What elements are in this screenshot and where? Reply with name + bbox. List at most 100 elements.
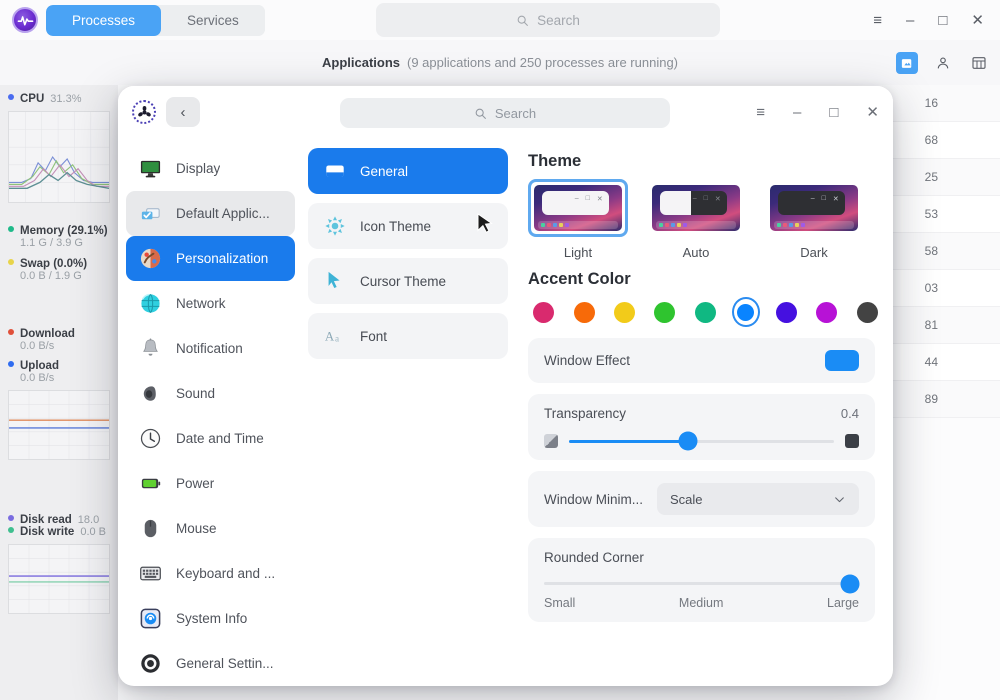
theme-preview-dock <box>655 221 737 229</box>
legend-dot-memory <box>8 226 14 232</box>
background-toolbar <box>896 52 990 74</box>
rounded-corner-card: Rounded Corner Small Medium Large <box>528 538 875 622</box>
background-titlebar: Processes Services Search ≡ – □ ✕ <box>0 0 1000 40</box>
sidebar-item-personalization[interactable]: Personalization <box>126 236 295 281</box>
general-panel-icon <box>322 159 347 184</box>
keyboard-icon <box>138 561 163 586</box>
theme-section-title: Theme <box>528 152 582 170</box>
transparency-slider-knob[interactable] <box>678 431 698 451</box>
stat-download-title: Download <box>20 328 75 340</box>
theme-preview-window-auto: – □ ✕ <box>659 191 727 216</box>
theme-card-light[interactable]: – □ ✕ <box>528 179 628 237</box>
accent-swatch-crimson[interactable] <box>530 297 557 327</box>
category-label: Cursor Theme <box>360 273 447 289</box>
window-minimize-card: Window Minim... Scale <box>528 471 875 527</box>
window-minimize-value: Scale <box>670 491 703 507</box>
grid-view-icon[interactable] <box>968 52 990 74</box>
category-general[interactable]: General <box>308 148 508 194</box>
sidebar-item-default-applications[interactable]: Default Applic... <box>126 191 295 236</box>
accent-swatch-green[interactable] <box>651 297 678 327</box>
window-effect-toggle[interactable] <box>825 350 859 371</box>
minimize-icon[interactable]: – <box>906 13 914 28</box>
tab-processes[interactable]: Processes <box>46 4 162 36</box>
font-icon: Aa <box>322 324 347 349</box>
cursor-icon <box>322 269 347 294</box>
category-cursor-theme[interactable]: Cursor Theme <box>308 258 508 304</box>
stat-memory-sub: 1.1 G / 3.9 G <box>20 237 83 249</box>
user-view-icon[interactable] <box>932 52 954 74</box>
transparency-slider[interactable] <box>569 431 834 451</box>
stat-disk-write: Disk write 0.0 B <box>8 526 110 538</box>
category-label: Font <box>360 328 388 344</box>
theme-option-light[interactable]: – □ ✕ Light <box>528 179 628 260</box>
accent-swatch-teal[interactable] <box>692 297 719 327</box>
general-settings-icon <box>138 651 163 676</box>
category-list: General Icon Theme Cursor Theme Aa Font <box>303 138 518 686</box>
icon-theme-icon <box>322 214 347 239</box>
back-button[interactable]: ‹ <box>166 97 200 127</box>
sidebar-item-date-and-time[interactable]: Date and Time <box>126 416 295 461</box>
window-view-icon[interactable] <box>896 52 918 74</box>
theme-option-dark[interactable]: – □ ✕ Dark <box>764 179 864 260</box>
accent-swatch-gray[interactable] <box>854 297 881 327</box>
background-search-input[interactable]: Search <box>376 3 720 37</box>
accent-swatch-magenta[interactable] <box>813 297 840 327</box>
sidebar-item-keyboard[interactable]: Keyboard and ... <box>126 551 295 596</box>
accent-swatch-blue[interactable] <box>732 297 760 327</box>
personalization-panel: Theme – □ ✕ Light – □ ✕ Auto – □ ✕ Dark … <box>518 138 893 686</box>
dialog-search-placeholder: Search <box>494 105 537 121</box>
close-icon[interactable]: ✕ <box>971 13 984 28</box>
dialog-window-controls: ≡ – □ ✕ <box>756 86 879 138</box>
dialog-search-input[interactable]: Search <box>340 98 670 128</box>
applications-label: Applications <box>321 55 400 70</box>
default-apps-icon <box>138 201 163 226</box>
rounded-corner-slider-knob[interactable] <box>840 574 860 593</box>
sidebar-item-label: General Settin... <box>176 656 274 671</box>
legend-dot-download <box>8 329 14 335</box>
background-tabs[interactable]: Processes Services <box>46 4 265 36</box>
menu-icon[interactable]: ≡ <box>873 13 882 28</box>
theme-option-auto[interactable]: – □ ✕ Auto <box>646 179 746 260</box>
sidebar-item-network[interactable]: Network <box>126 281 295 326</box>
tab-services[interactable]: Services <box>161 4 265 36</box>
window-minimize-select[interactable]: Scale <box>657 483 859 515</box>
accent-swatch-indigo[interactable] <box>773 297 800 327</box>
theme-card-auto[interactable]: – □ ✕ <box>646 179 746 237</box>
clock-icon <box>138 426 163 451</box>
theme-label-dark: Dark <box>800 245 828 260</box>
stat-memory-title: Memory (29.1%) <box>20 225 108 237</box>
dialog-body: Display Default Applic... Personalizatio… <box>118 138 893 686</box>
stat-disk-read-title: Disk read <box>20 514 72 526</box>
accent-swatch-orange[interactable] <box>570 297 597 327</box>
rounded-corner-slider[interactable] <box>544 574 860 593</box>
sidebar-item-label: Personalization <box>176 251 269 266</box>
maximize-icon[interactable]: □ <box>829 105 838 120</box>
minimize-icon[interactable]: – <box>793 105 801 120</box>
sidebar-item-mouse[interactable]: Mouse <box>126 506 295 551</box>
stat-download: Download <box>8 328 110 340</box>
stat-upload-sub: 0.0 B/s <box>20 372 55 384</box>
settings-dialog: ‹ Search ≡ – □ ✕ Display Default Applic.… <box>118 86 893 686</box>
accent-swatch-yellow[interactable] <box>611 297 638 327</box>
sidebar-item-display[interactable]: Display <box>126 146 295 191</box>
stat-cpu-value: 31.3% <box>50 93 82 105</box>
theme-preview-dock <box>773 221 855 229</box>
sidebar-item-power[interactable]: Power <box>126 461 295 506</box>
sidebar-item-system-info[interactable]: System Info <box>126 596 295 641</box>
chevron-down-icon <box>835 496 844 502</box>
stat-upload: Upload <box>8 360 110 372</box>
stat-upload-title: Upload <box>20 360 59 372</box>
category-label: Icon Theme <box>360 218 432 234</box>
theme-preview-window-dark: – □ ✕ <box>777 191 845 216</box>
sidebar-item-notification[interactable]: Notification <box>126 326 295 371</box>
category-font[interactable]: Aa Font <box>308 313 508 359</box>
maximize-icon[interactable]: □ <box>938 13 947 28</box>
transparency-card: Transparency 0.4 <box>528 394 875 460</box>
sidebar-item-sound[interactable]: Sound <box>126 371 295 416</box>
category-icon-theme[interactable]: Icon Theme <box>308 203 508 249</box>
sidebar-item-general-settings[interactable]: General Settin... <box>126 641 295 686</box>
menu-icon[interactable]: ≡ <box>756 105 765 120</box>
sidebar-item-label: Mouse <box>176 521 217 536</box>
close-icon[interactable]: ✕ <box>866 105 879 120</box>
theme-card-dark[interactable]: – □ ✕ <box>764 179 864 237</box>
